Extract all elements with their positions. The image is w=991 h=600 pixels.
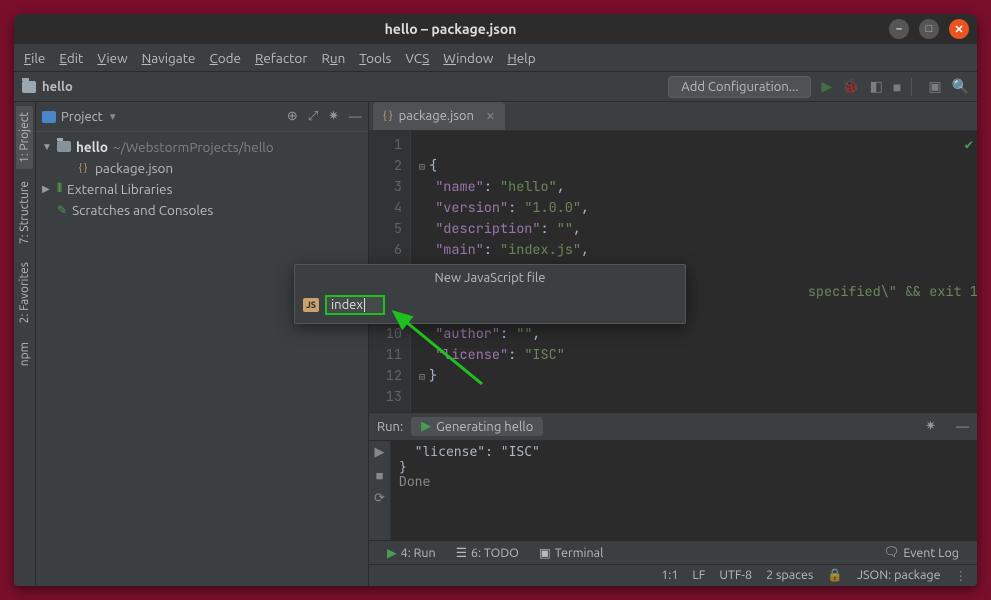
menu-help[interactable]: Help xyxy=(507,50,535,66)
tree-root-name: hello xyxy=(76,139,108,155)
menu-vcs[interactable]: VCS xyxy=(405,50,429,66)
close-tab-icon[interactable]: ✕ xyxy=(486,110,495,123)
status-more-icon[interactable]: ⋮ xyxy=(955,568,968,583)
menu-run[interactable]: Run xyxy=(321,50,345,66)
json-file-icon: { } xyxy=(76,161,90,175)
run-toolbar: ▶ ■ ⟳ xyxy=(369,441,391,540)
run-hide-icon[interactable]: — xyxy=(956,420,969,434)
menu-refactor[interactable]: Refactor xyxy=(255,50,307,66)
tab-todo[interactable]: ☰6: TODO xyxy=(448,545,527,560)
new-js-file-popup: New JavaScript file JS index xyxy=(294,264,686,324)
dropdown-icon[interactable]: ▼ xyxy=(108,111,118,123)
tree-external-libraries[interactable]: ▶ ⫴ External Libraries xyxy=(36,178,368,199)
collapse-icon[interactable]: ⤢ xyxy=(308,109,318,124)
stop-icon[interactable]: ■ xyxy=(893,79,901,95)
project-view-icon xyxy=(42,111,56,123)
menu-view[interactable]: View xyxy=(97,50,127,66)
filename-input[interactable]: index xyxy=(325,295,385,315)
status-cursor-position[interactable]: 1:1 xyxy=(661,568,678,582)
sidebar-tab-structure[interactable]: 7: Structure xyxy=(16,175,33,250)
project-panel-title[interactable]: Project xyxy=(61,110,103,124)
libraries-icon: ⫴ xyxy=(57,182,62,196)
project-icon xyxy=(57,141,71,152)
event-log-icon: 🗨 xyxy=(884,545,900,560)
search-everywhere-icon[interactable]: 🔍 xyxy=(952,78,969,95)
coverage-icon[interactable]: ◧ xyxy=(870,78,883,95)
scratches-label: Scratches and Consoles xyxy=(72,202,213,218)
run-title: Run: xyxy=(377,420,403,434)
main-body: 1: Project 7: Structure 2: Favorites npm… xyxy=(14,102,977,586)
run-settings-icon[interactable]: ✷ xyxy=(925,419,936,434)
lock-icon[interactable]: 🔒 xyxy=(827,568,843,583)
left-tool-strip: 1: Project 7: Structure 2: Favorites npm xyxy=(14,102,36,586)
project-panel-header: Project ▼ ⊕ ⤢ ✷ — xyxy=(36,102,368,132)
stop-run-icon[interactable]: ■ xyxy=(376,468,384,483)
run-play-icon: ▶ xyxy=(421,419,431,434)
run-icon[interactable]: ▶ xyxy=(821,78,832,95)
tab-event-log[interactable]: 🗨Event Log xyxy=(876,545,968,560)
menu-file[interactable]: File xyxy=(24,50,45,66)
run-tool-window: Run: ▶ Generating hello ✷ — ▶ ■ ⟳ " xyxy=(369,412,977,540)
tree-file-package-json[interactable]: { } package.json xyxy=(36,157,368,178)
project-structure-icon[interactable]: ▣ xyxy=(928,78,941,95)
titlebar: hello – package.json – □ ✕ xyxy=(14,14,977,44)
project-folder-icon xyxy=(22,81,36,93)
run-config-name[interactable]: ▶ Generating hello xyxy=(411,417,543,436)
editor-tab-label: package.json xyxy=(399,109,474,123)
run-output[interactable]: "license": "ISC" } Done xyxy=(391,441,977,540)
breadcrumb-root[interactable]: hello xyxy=(42,80,73,94)
menu-code[interactable]: Code xyxy=(209,50,241,66)
toolbar-divider xyxy=(911,78,912,96)
status-encoding[interactable]: UTF-8 xyxy=(719,568,752,582)
status-indent[interactable]: 2 spaces xyxy=(766,568,813,582)
restart-icon[interactable]: ⟳ xyxy=(374,491,385,506)
bottom-tool-tabs: ▶4: Run ☰6: TODO ▣Terminal 🗨Event Log xyxy=(369,540,977,564)
maximize-button[interactable]: □ xyxy=(919,19,939,39)
add-configuration-button[interactable]: Add Configuration... xyxy=(668,76,811,98)
window-title: hello – package.json xyxy=(22,21,879,37)
editor-tab-package-json[interactable]: { } package.json ✕ xyxy=(373,102,505,130)
run-tab-icon: ▶ xyxy=(387,545,397,560)
navigation-bar: hello Add Configuration... ▶ 🐞 ◧ ■ ▣ 🔍 xyxy=(14,72,977,102)
settings-icon[interactable]: ✷ xyxy=(328,109,339,124)
status-line-ending[interactable]: LF xyxy=(692,568,705,582)
rerun-icon[interactable]: ▶ xyxy=(375,445,385,460)
menu-edit[interactable]: Edit xyxy=(59,50,83,66)
hide-panel-icon[interactable]: — xyxy=(349,110,362,124)
json-tab-icon: { } xyxy=(383,110,393,122)
tree-root-path: ~/WebstormProjects/hello xyxy=(113,139,274,155)
menu-tools[interactable]: Tools xyxy=(359,50,391,66)
tab-run[interactable]: ▶4: Run xyxy=(379,545,444,560)
todo-icon: ☰ xyxy=(456,545,467,560)
close-button[interactable]: ✕ xyxy=(949,19,969,39)
project-tool-window: Project ▼ ⊕ ⤢ ✷ — ▼ hello ~/WebstormProj… xyxy=(36,102,369,586)
external-libraries-label: External Libraries xyxy=(67,181,172,197)
editor-area: { } package.json ✕ ✔ 12345678910111213 ⊟… xyxy=(369,102,977,586)
scratches-icon: ✎ xyxy=(57,203,67,217)
sidebar-tab-project[interactable]: 1: Project xyxy=(16,106,33,169)
debug-icon[interactable]: 🐞 xyxy=(842,78,859,95)
menubar: File Edit View Navigate Code Refactor Ru… xyxy=(14,44,977,72)
run-panel-header: Run: ▶ Generating hello ✷ — xyxy=(369,413,977,441)
sidebar-tab-favorites[interactable]: 2: Favorites xyxy=(16,256,33,329)
sidebar-tab-npm[interactable]: npm xyxy=(16,336,33,372)
status-bar: 1:1 LF UTF-8 2 spaces 🔒 JSON: package ⋮ xyxy=(369,564,977,586)
popup-title: New JavaScript file xyxy=(295,265,685,291)
menu-window[interactable]: Window xyxy=(443,50,493,66)
tree-file-label: package.json xyxy=(95,160,173,176)
terminal-icon: ▣ xyxy=(539,545,551,560)
tab-terminal[interactable]: ▣Terminal xyxy=(531,545,611,560)
editor-tabs: { } package.json ✕ xyxy=(369,102,977,131)
minimize-button[interactable]: – xyxy=(889,19,909,39)
project-tree[interactable]: ▼ hello ~/WebstormProjects/hello { } pac… xyxy=(36,132,368,224)
locate-icon[interactable]: ⊕ xyxy=(287,109,298,124)
tree-root[interactable]: ▼ hello ~/WebstormProjects/hello xyxy=(36,136,368,157)
js-file-icon: JS xyxy=(303,298,319,312)
tree-scratches[interactable]: ✎ Scratches and Consoles xyxy=(36,199,368,220)
status-schema[interactable]: JSON: package xyxy=(857,568,941,582)
menu-navigate[interactable]: Navigate xyxy=(142,50,196,66)
